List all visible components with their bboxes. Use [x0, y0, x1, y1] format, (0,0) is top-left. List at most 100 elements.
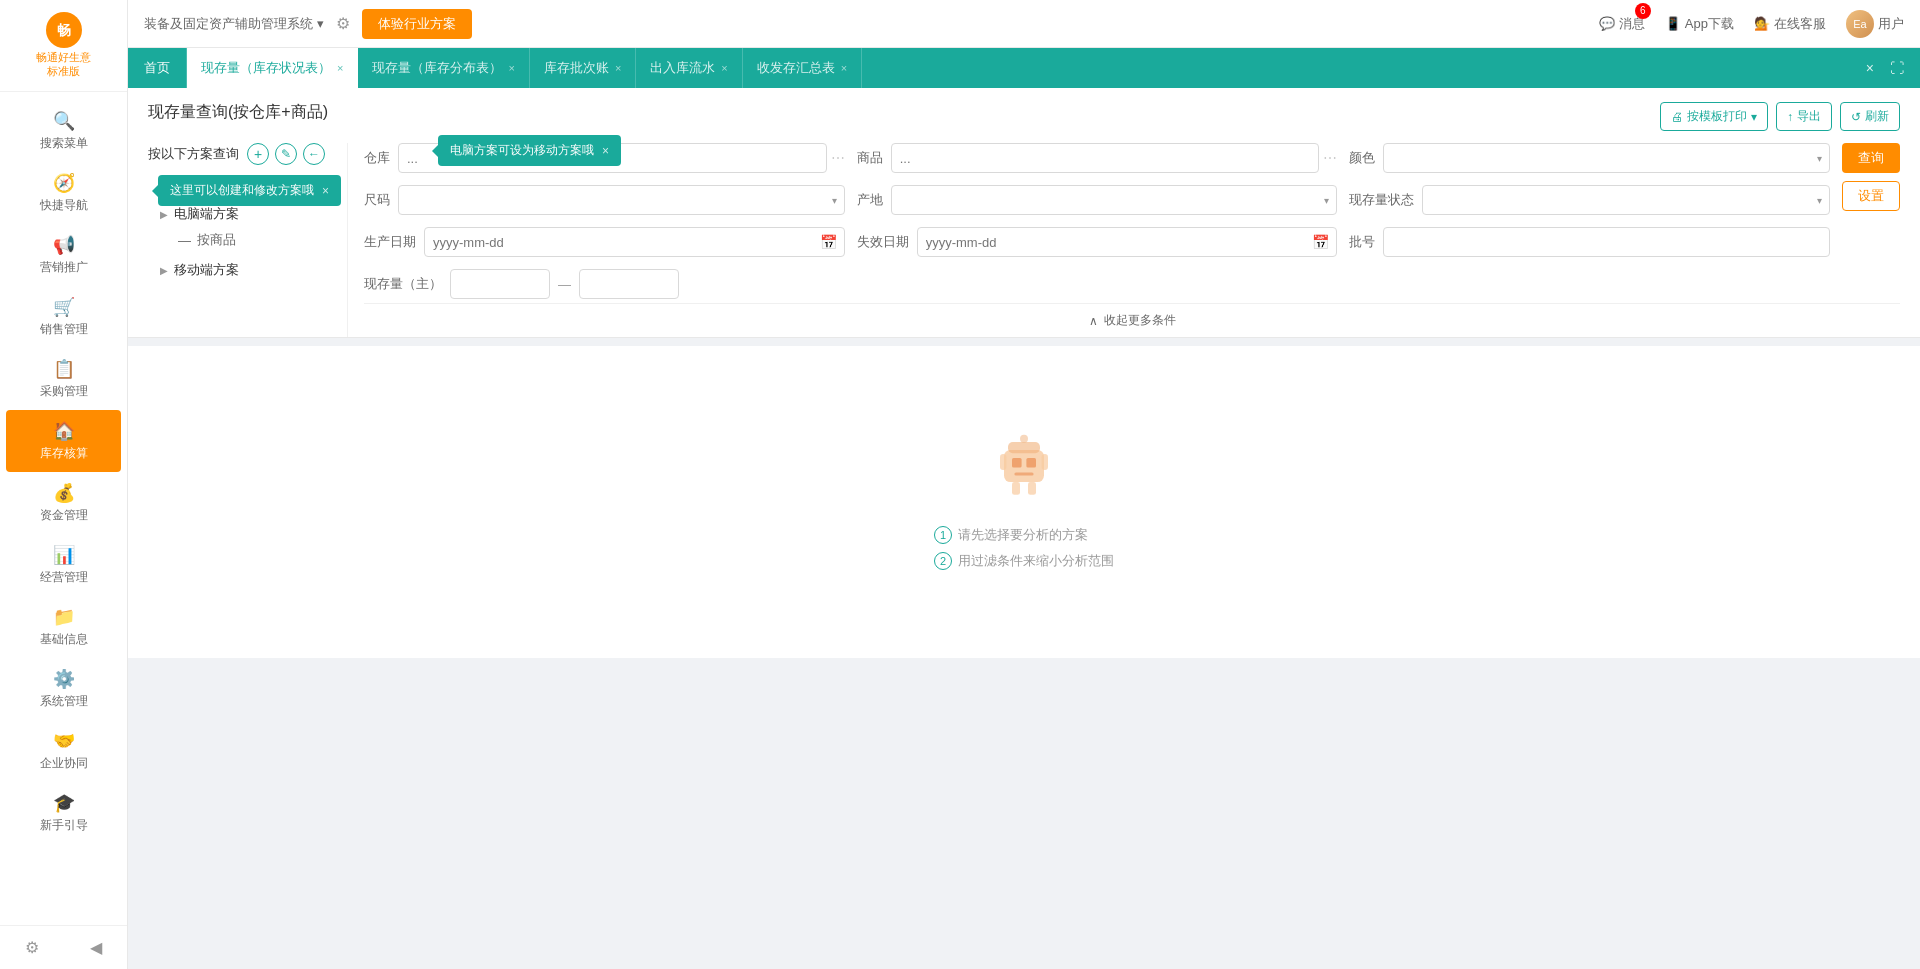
btn-add-filter[interactable]: + [247, 143, 269, 165]
tooltip-mobile-scheme: 电脑方案可设为移动方案哦 × [438, 135, 621, 166]
tab-inout-flow[interactable]: 出入库流水 × [636, 48, 742, 88]
search-actions-col: 查询 设置 [1842, 143, 1900, 299]
tab-fullscreen-btn[interactable]: ⛶ [1886, 56, 1908, 80]
size-select-wrapper: ▾ [398, 185, 845, 215]
tab-collect-summary-close[interactable]: × [841, 62, 847, 74]
sidebar-item-enterprise[interactable]: 🤝 企业协同 [0, 720, 127, 782]
svg-text:畅: 畅 [57, 22, 71, 38]
expire-date-cal-icon[interactable]: 📅 [1312, 234, 1329, 250]
color-select[interactable] [1383, 143, 1830, 173]
main-content: 装备及固定资产辅助管理系统 ▾ ⚙ 体验行业方案 💬 消息 6 📱 App下载 … [128, 0, 1920, 969]
btn-set[interactable]: 设置 [1842, 181, 1900, 211]
tab-stock-status-close[interactable]: × [337, 62, 343, 74]
origin-select-wrapper: ▾ [891, 185, 1338, 215]
sidebar-item-system[interactable]: ⚙️ 系统管理 [0, 658, 127, 720]
batch-no-label: 批号 [1349, 233, 1375, 251]
system-name-dropdown[interactable]: 装备及固定资产辅助管理系统 ▾ [144, 15, 324, 33]
notification-item[interactable]: 💬 消息 6 [1599, 15, 1645, 33]
scheme-group-mobile-header[interactable]: ▶ 移动端方案 [156, 257, 327, 283]
tooltip-mobile-close[interactable]: × [602, 144, 609, 158]
field-size: 尺码 ▾ [364, 185, 845, 215]
filter-fields-area: 仓库 ⋯ 商品 [364, 143, 1830, 299]
app-download-item[interactable]: 📱 App下载 [1665, 15, 1734, 33]
product-input[interactable] [891, 143, 1320, 173]
collapse-sidebar-btn[interactable]: ◀ [90, 938, 102, 957]
stock-status-select[interactable] [1422, 185, 1830, 215]
tutorial-icon: 🎓 [53, 792, 75, 814]
tab-collect-summary[interactable]: 收发存汇总表 × [743, 48, 862, 88]
page-title: 现存量查询(按仓库+商品) [148, 102, 328, 123]
range-separator: — [554, 277, 575, 292]
filter-controls: + ✎ ← [247, 143, 325, 165]
sidebar-item-search[interactable]: 🔍 搜索菜单 [0, 100, 127, 162]
svg-rect-3 [1012, 458, 1022, 468]
batch-no-input[interactable] [1383, 227, 1830, 257]
sidebar-item-quicknav[interactable]: 🧭 快捷导航 [0, 162, 127, 224]
compass-icon: 🧭 [53, 172, 75, 194]
filter-row-qty: 现存量（主） — [364, 269, 1830, 299]
btn-export[interactable]: ↑ 导出 [1776, 102, 1832, 131]
tooltip-create-close[interactable]: × [322, 184, 329, 198]
btn-search[interactable]: 查询 [1842, 143, 1900, 173]
origin-label: 产地 [857, 191, 883, 209]
tab-inout-flow-close[interactable]: × [721, 62, 727, 74]
btn-template-print[interactable]: 🖨 按模板打印 ▾ [1660, 102, 1768, 131]
collapse-btn[interactable]: ∧ 收起更多条件 [364, 303, 1900, 337]
tooltip-create-scheme: 这里可以创建和修改方案哦 × [158, 175, 341, 206]
field-color: 颜色 ▾ [1349, 143, 1830, 173]
tab-close-all-btn[interactable]: × [1862, 56, 1878, 80]
sidebar-item-operations[interactable]: 📊 经营管理 [0, 534, 127, 596]
btn-edit-filter[interactable]: ✎ [275, 143, 297, 165]
gear-icon[interactable]: ⚙ [336, 14, 350, 33]
btn-back-filter[interactable]: ← [303, 143, 325, 165]
qty-max-input[interactable] [579, 269, 679, 299]
sidebar-item-marketing[interactable]: 📢 营销推广 [0, 224, 127, 286]
sidebar-item-basic[interactable]: 📁 基础信息 [0, 596, 127, 658]
expire-date-input[interactable] [917, 227, 1338, 257]
field-stock-status: 现存量状态 ▾ [1349, 185, 1830, 215]
filter-label: 按以下方案查询 [148, 145, 239, 163]
sidebar-item-label: 库存核算 [40, 445, 88, 462]
finance-icon: 💰 [53, 482, 75, 504]
produce-date-cal-icon[interactable]: 📅 [820, 234, 837, 250]
sidebar-item-purchase[interactable]: 📋 采购管理 [0, 348, 127, 410]
filter-body: 按以下方案查询 + ✎ ← 电脑方案可设为移动方案哦 × [148, 143, 1900, 337]
settings-footer-btn[interactable]: ⚙ [25, 938, 39, 957]
stock-qty-label: 现存量（主） [364, 275, 442, 293]
produce-date-input[interactable] [424, 227, 845, 257]
origin-select[interactable] [891, 185, 1338, 215]
sidebar-item-sales[interactable]: 🛒 销售管理 [0, 286, 127, 348]
btn-refresh[interactable]: ↺ 刷新 [1840, 102, 1900, 131]
scheme-group-desktop-label: 电脑端方案 [174, 205, 239, 223]
size-select[interactable] [398, 185, 845, 215]
sidebar-item-label: 销售管理 [40, 321, 88, 338]
app-logo: 畅 [46, 12, 82, 48]
sidebar-item-label: 经营管理 [40, 569, 88, 586]
sidebar-item-tutorial[interactable]: 🎓 新手引导 [0, 782, 127, 844]
filter-panel: 按以下方案查询 + ✎ ← 电脑方案可设为移动方案哦 × [148, 143, 1900, 337]
tab-stock-batch[interactable]: 库存批次账 × [530, 48, 636, 88]
tab-stock-dist-close[interactable]: × [508, 62, 514, 74]
sidebar-item-finance[interactable]: 💰 资金管理 [0, 472, 127, 534]
tab-home[interactable]: 首页 [128, 48, 187, 88]
qty-min-input[interactable] [450, 269, 550, 299]
svg-rect-7 [1042, 454, 1048, 470]
phone-icon: 📱 [1665, 16, 1681, 31]
tab-stock-batch-close[interactable]: × [615, 62, 621, 74]
expire-date-wrapper: 📅 [917, 227, 1338, 257]
user-item[interactable]: Ea 用户 [1846, 10, 1904, 38]
tab-stock-dist[interactable]: 现存量（库存分布表） × [358, 48, 529, 88]
cart-icon: 🛒 [53, 296, 75, 318]
collapse-icon: ∧ [1089, 314, 1098, 328]
btn-template-print-label: 按模板打印 [1687, 108, 1747, 125]
scheme-item-by-product[interactable]: — 按商品 [156, 227, 327, 253]
online-support-label: 在线客服 [1774, 15, 1826, 33]
sidebar-item-inventory[interactable]: 🏠 库存核算 [6, 410, 121, 472]
product-more-icon[interactable]: ⋯ [1323, 150, 1337, 166]
logo-area: 畅 畅通好生意 标准版 [0, 0, 127, 92]
color-label: 颜色 [1349, 149, 1375, 167]
online-support-item[interactable]: 💁 在线客服 [1754, 15, 1826, 33]
tab-stock-status[interactable]: 现存量（库存状况表） × [187, 48, 358, 88]
btn-industry[interactable]: 体验行业方案 [362, 9, 472, 39]
warehouse-more-icon[interactable]: ⋯ [831, 150, 845, 166]
